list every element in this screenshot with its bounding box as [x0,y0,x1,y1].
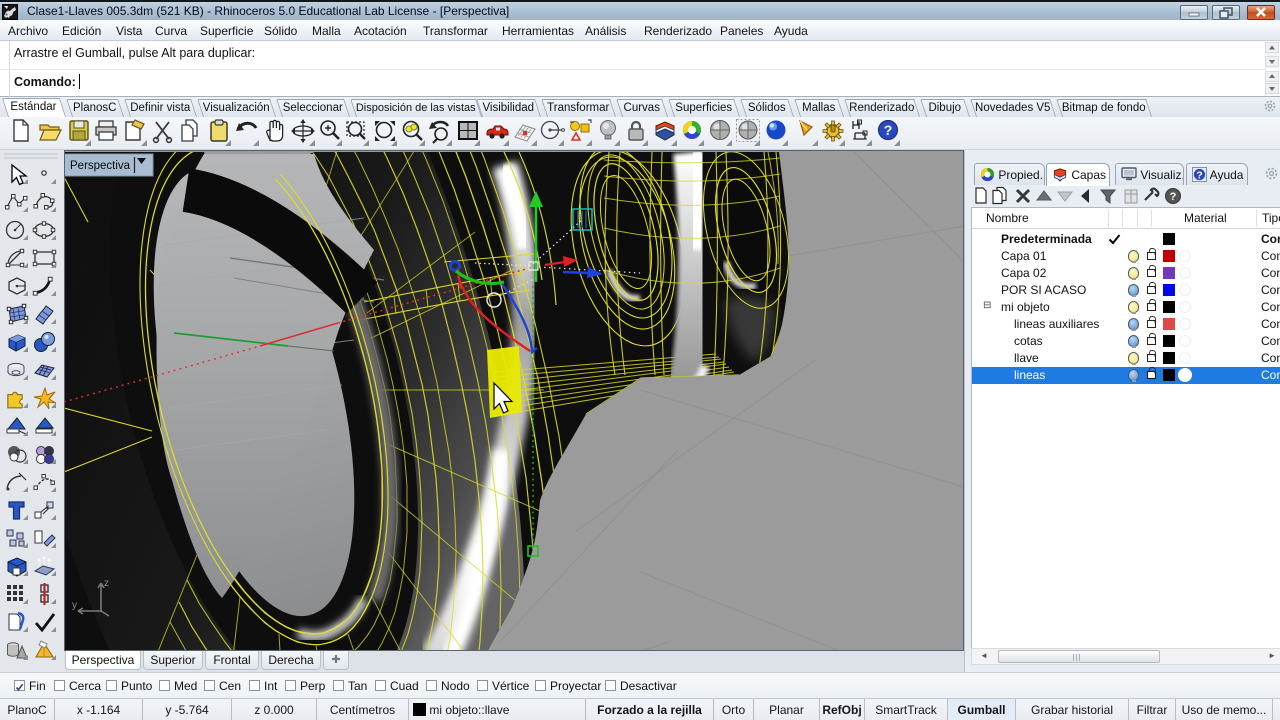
svg-text:z: z [104,578,109,589]
svg-text:?: ? [1196,170,1202,181]
svg-text:y: y [72,600,77,611]
svg-text:?: ? [1170,191,1177,203]
svg-text:?: ? [884,122,893,138]
svg-text:Perspectiva: Perspectiva [70,160,131,172]
